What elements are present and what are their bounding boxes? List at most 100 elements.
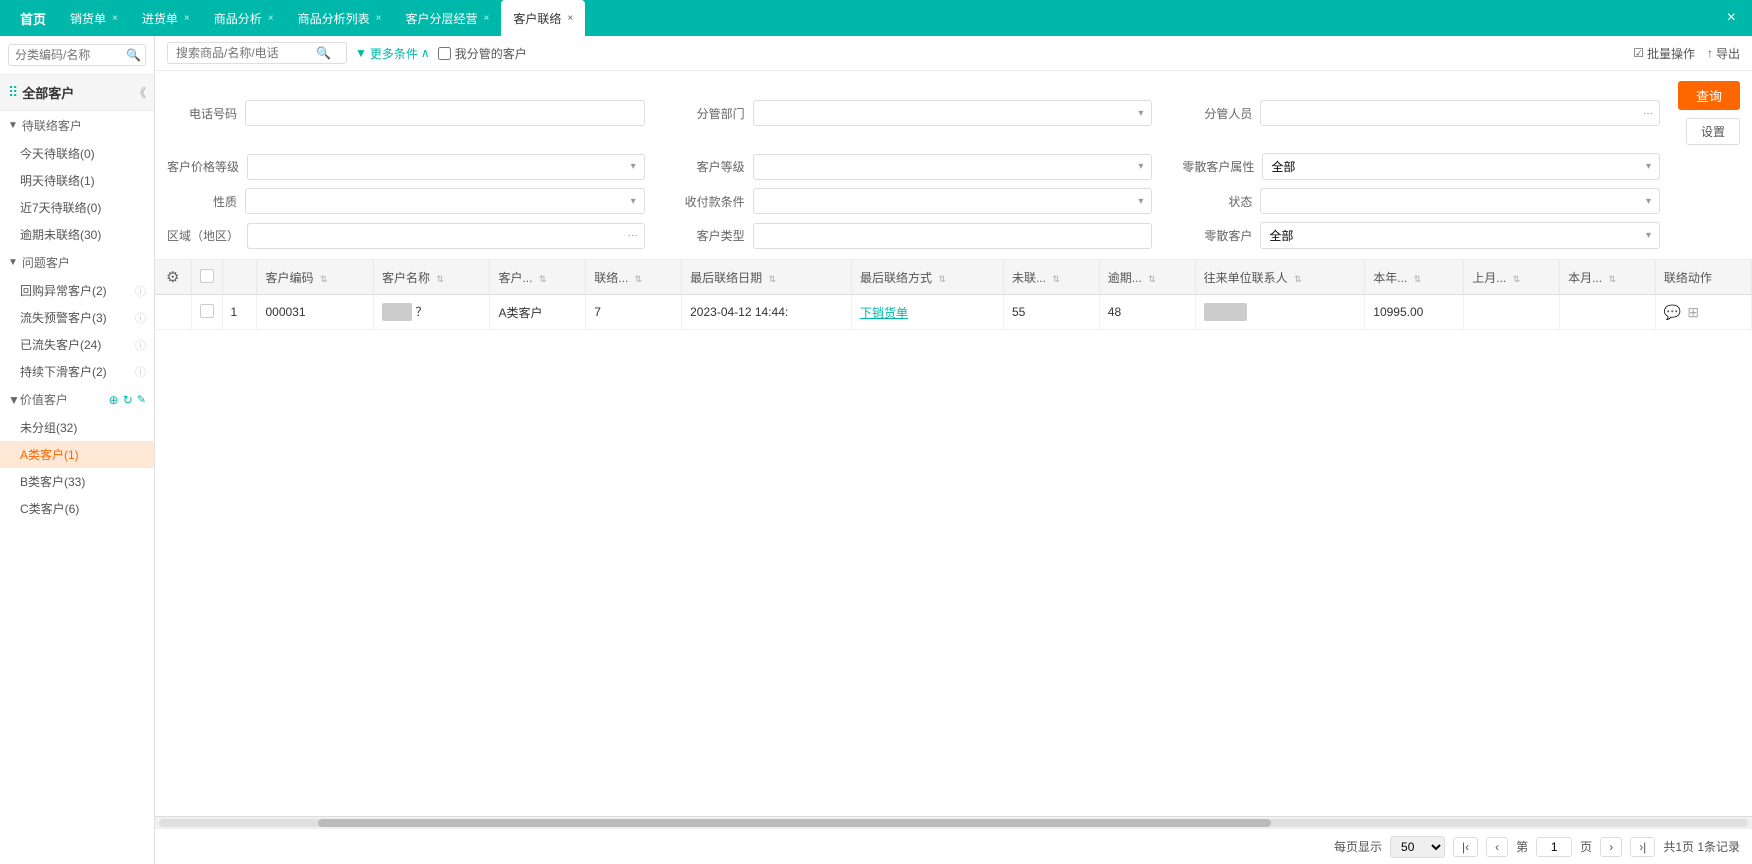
customer-name-blurred bbox=[382, 303, 412, 321]
last-page-btn[interactable]: ›| bbox=[1630, 837, 1655, 857]
sidebar-item-unclassified[interactable]: 未分组(32) bbox=[0, 414, 154, 441]
sidebar-item-a-class[interactable]: A类客户(1) bbox=[0, 441, 154, 468]
close-icon[interactable]: × bbox=[268, 13, 274, 24]
last-contact-method-link[interactable]: 下销货单 bbox=[860, 306, 908, 320]
phone-input[interactable] bbox=[245, 100, 645, 126]
th-no-contact[interactable]: 未联... ⇅ bbox=[1003, 260, 1099, 295]
sidebar-item-b-class[interactable]: B类客户(33) bbox=[0, 468, 154, 495]
group-problem-customers[interactable]: ▼ 问题客户 bbox=[0, 248, 154, 277]
th-last-month[interactable]: 上月... ⇅ bbox=[1464, 260, 1560, 295]
td-no-contact: 55 bbox=[1003, 295, 1099, 330]
row-checkbox[interactable] bbox=[200, 304, 214, 318]
td-check[interactable] bbox=[191, 295, 222, 330]
sort-icon: ⇅ bbox=[320, 274, 328, 284]
th-actions: 联络动作 bbox=[1655, 260, 1751, 295]
sidebar-item-7days[interactable]: 近7天待联络(0) bbox=[0, 194, 154, 221]
chat-icon[interactable]: 💬 bbox=[1664, 304, 1681, 321]
table-check-col[interactable] bbox=[191, 260, 222, 295]
page-number-input[interactable] bbox=[1536, 837, 1572, 857]
phone-label: 电话号码 bbox=[167, 105, 237, 122]
sidebar-item-declining[interactable]: 持续下滑客户(2) ⓘ bbox=[0, 358, 154, 385]
table-settings-col[interactable]: ⚙ bbox=[155, 260, 191, 295]
sidebar-item-tomorrow[interactable]: 明天待联络(1) bbox=[0, 167, 154, 194]
customer-type-select[interactable] bbox=[753, 223, 1153, 249]
scroll-thumb[interactable] bbox=[318, 819, 1271, 827]
close-icon[interactable]: × bbox=[567, 13, 573, 24]
sidebar-item-repurchase-abnormal[interactable]: 回购异常客户(2) ⓘ bbox=[0, 277, 154, 304]
dept-select[interactable]: ▾ bbox=[753, 100, 1153, 126]
nav-tab-product-analysis[interactable]: 商品分析 × bbox=[202, 0, 286, 36]
nature-select[interactable]: ▾ bbox=[245, 188, 645, 214]
export-btn[interactable]: ↑ 导出 bbox=[1707, 45, 1740, 62]
nav-tab-purchase[interactable]: 进货单 × bbox=[130, 0, 202, 36]
collapse-icon[interactable]: 《 bbox=[134, 84, 146, 101]
close-all-icon[interactable]: × bbox=[1719, 9, 1744, 27]
nav-tab-sales[interactable]: 销货单 × bbox=[58, 0, 130, 36]
sort-icon: ⇅ bbox=[1414, 274, 1422, 284]
prev-page-btn[interactable]: ‹ bbox=[1486, 837, 1508, 857]
table-scroll[interactable]: ⚙ 客户编码 ⇅ 客户名称 bbox=[155, 260, 1752, 816]
th-this-month[interactable]: 本月... ⇅ bbox=[1560, 260, 1656, 295]
sidebar-item-c-class[interactable]: C类客户(6) bbox=[0, 495, 154, 522]
th-contact-count[interactable]: 联络... ⇅ bbox=[586, 260, 682, 295]
settings-button[interactable]: 设置 bbox=[1686, 118, 1740, 145]
group-pending-contact[interactable]: ▼ 待联络客户 bbox=[0, 111, 154, 140]
content-area: 🔍 ▼ 更多条件 ∧ 我分管的客户 ☑ 批量操作 ↑ 导出 bbox=[155, 36, 1752, 864]
chevron-down-icon: ▾ bbox=[1138, 108, 1143, 119]
nav-tab-home[interactable]: 首页 bbox=[8, 0, 58, 36]
refresh-icon[interactable]: ↻ bbox=[123, 393, 133, 407]
filter-cell-phone: 电话号码 bbox=[167, 100, 645, 126]
close-icon[interactable]: × bbox=[112, 13, 118, 24]
th-contact-person[interactable]: 往来单位联系人 ⇅ bbox=[1195, 260, 1365, 295]
th-last-method[interactable]: 最后联络方式 ⇅ bbox=[852, 260, 1004, 295]
th-overdue[interactable]: 逾期... ⇅ bbox=[1099, 260, 1195, 295]
row-actions: 💬 ⊞ bbox=[1664, 304, 1743, 321]
th-last-date[interactable]: 最后联络日期 ⇅ bbox=[682, 260, 852, 295]
sidebar-item-today[interactable]: 今天待联络(0) bbox=[0, 140, 154, 167]
sidebar-item-overdue[interactable]: 逾期未联络(30) bbox=[0, 221, 154, 248]
nav-tab-customer-contact[interactable]: 客户联络 × bbox=[501, 0, 585, 36]
th-name[interactable]: 客户名称 ⇅ bbox=[373, 260, 490, 295]
scatter-prop-select[interactable]: 全部 ▾ bbox=[1262, 153, 1660, 180]
my-customer-checkbox[interactable] bbox=[438, 47, 451, 60]
more-conditions-btn[interactable]: ▼ 更多条件 ∧ bbox=[355, 45, 430, 62]
search-input[interactable] bbox=[176, 46, 316, 60]
region-input[interactable]: ··· bbox=[247, 223, 645, 249]
chevron-down-icon: ▾ bbox=[1646, 230, 1651, 241]
add-group-icon[interactable]: ⊕ bbox=[109, 393, 119, 407]
info-icon: ⓘ bbox=[135, 283, 146, 299]
first-page-btn[interactable]: |‹ bbox=[1453, 837, 1478, 857]
search-box[interactable]: 🔍 bbox=[167, 42, 347, 64]
batch-op-btn[interactable]: ☑ 批量操作 bbox=[1633, 45, 1695, 62]
customer-grade-select[interactable]: ▾ bbox=[753, 154, 1153, 180]
qr-icon[interactable]: ⊞ bbox=[1687, 304, 1699, 321]
close-icon[interactable]: × bbox=[376, 13, 382, 24]
select-all-checkbox[interactable] bbox=[200, 269, 214, 283]
status-select[interactable]: ▾ bbox=[1260, 188, 1660, 214]
payment-select[interactable]: ▾ bbox=[753, 188, 1153, 214]
close-icon[interactable]: × bbox=[184, 13, 190, 24]
nav-tab-customer-tier[interactable]: 客户分层经营 × bbox=[393, 0, 501, 36]
page-size-select[interactable]: 50 100 200 bbox=[1390, 836, 1445, 858]
price-grade-select[interactable]: ▾ bbox=[247, 154, 645, 180]
my-customer-filter[interactable]: 我分管的客户 bbox=[438, 45, 527, 62]
scroll-track[interactable] bbox=[159, 819, 1748, 827]
th-year-amount[interactable]: 本年... ⇅ bbox=[1365, 260, 1464, 295]
region-label: 区域（地区） bbox=[167, 227, 239, 244]
sidebar-item-churn-warning[interactable]: 流失预警客户(3) ⓘ bbox=[0, 304, 154, 331]
sidebar-item-churned[interactable]: 已流失客户(24) ⓘ bbox=[0, 331, 154, 358]
nav-tab-product-list[interactable]: 商品分析列表 × bbox=[286, 0, 394, 36]
th-type[interactable]: 客户... ⇅ bbox=[490, 260, 586, 295]
next-page-btn[interactable]: › bbox=[1600, 837, 1622, 857]
th-code[interactable]: 客户编码 ⇅ bbox=[257, 260, 374, 295]
query-button[interactable]: 查询 bbox=[1678, 81, 1740, 110]
td-last-method[interactable]: 下销货单 bbox=[852, 295, 1004, 330]
edit-icon[interactable]: ✎ bbox=[137, 393, 146, 406]
gear-icon[interactable]: ⚙ bbox=[166, 269, 179, 286]
person-input[interactable]: ··· bbox=[1260, 100, 1660, 126]
horizontal-scrollbar[interactable] bbox=[155, 816, 1752, 828]
close-icon[interactable]: × bbox=[483, 13, 489, 24]
all-customers-header[interactable]: ⠿ 全部客户 《 bbox=[0, 75, 154, 111]
scatter-customer-select[interactable]: 全部 ▾ bbox=[1260, 222, 1660, 249]
filter-cell-customer-grade: 客户等级 ▾ bbox=[675, 154, 1153, 180]
